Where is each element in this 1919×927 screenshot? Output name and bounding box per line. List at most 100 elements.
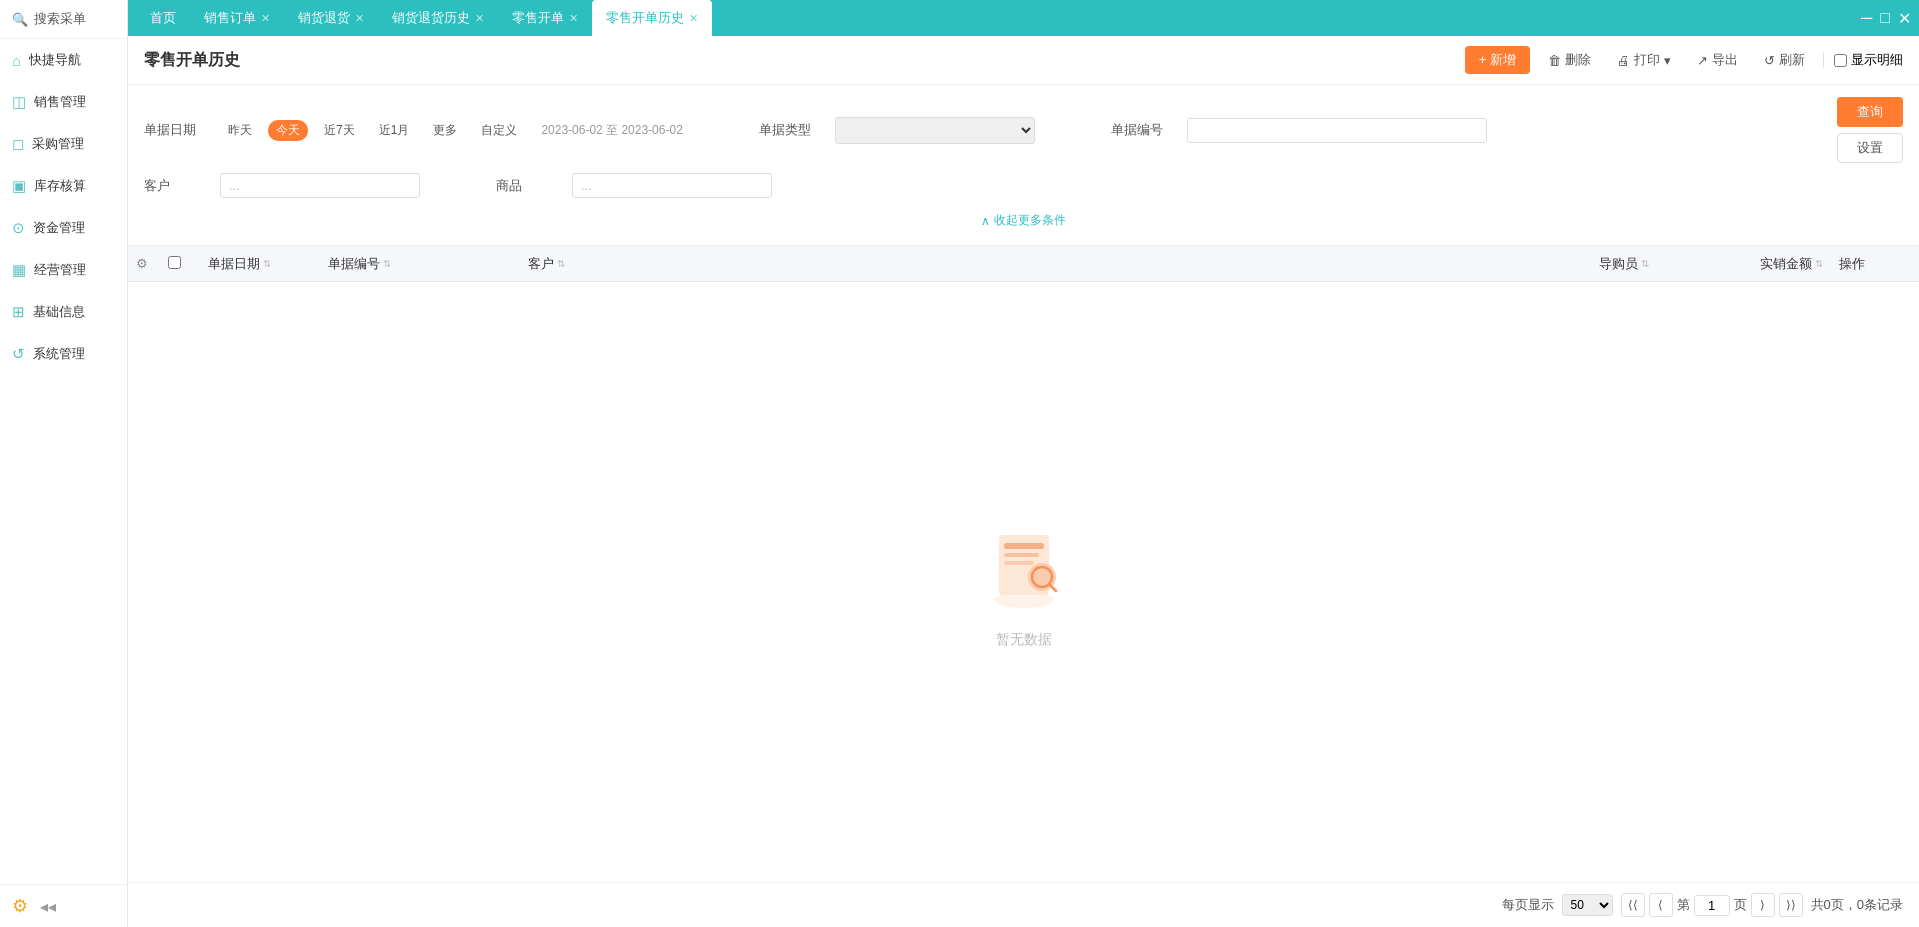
sidebar-item-basic-info[interactable]: ⊞ 基础信息 — [0, 291, 127, 333]
customer-input-wrapper[interactable]: ... — [220, 173, 420, 198]
export-button[interactable]: ↗ 导出 — [1689, 47, 1746, 73]
th-num-label: 单据编号 — [328, 255, 380, 273]
sidebar-item-quick-nav[interactable]: ⌂ 快捷导航 — [0, 39, 127, 81]
minimize-button[interactable]: ─ — [1861, 9, 1872, 28]
next-page-button[interactable]: ⟩ — [1751, 893, 1775, 917]
product-input-wrapper[interactable]: ... — [572, 173, 772, 198]
th-client-sort-icon: ⇅ — [557, 258, 565, 269]
date-btn-today[interactable]: 今天 — [268, 120, 308, 141]
th-amount-label: 实销金额 — [1760, 255, 1812, 273]
tab-sales-return-history[interactable]: 销货退货历史 ✕ — [378, 0, 498, 36]
sidebar-bottom: ⚙ ◂◂ — [0, 884, 127, 927]
doc-type-select-wrapper — [835, 117, 1035, 144]
table-header: ⚙ 单据日期 ⇅ 单据编号 ⇅ 客户 ⇅ 导购员 ⇅ — [128, 246, 1919, 282]
tab-retail-open-history-label: 零售开单历史 — [606, 9, 684, 27]
svg-rect-4 — [1004, 561, 1034, 565]
total-text: 共0页，0条记录 — [1811, 896, 1903, 914]
tab-retail-open-close[interactable]: ✕ — [569, 12, 578, 25]
tab-sales-return[interactable]: 销货退货 ✕ — [284, 0, 378, 36]
collapse-bar[interactable]: ∧ 收起更多条件 — [144, 208, 1903, 233]
doc-type-select[interactable] — [835, 117, 1035, 144]
settings-button[interactable]: 设置 — [1837, 133, 1903, 163]
doc-num-label: 单据编号 — [1111, 121, 1171, 139]
toolbar-divider — [1823, 52, 1824, 68]
tab-home[interactable]: 首页 — [136, 0, 190, 36]
sidebar-item-label: 销售管理 — [34, 93, 86, 111]
prev-page-button[interactable]: ⟨ — [1649, 893, 1673, 917]
add-button[interactable]: + 新增 — [1465, 46, 1530, 74]
date-btn-last1month[interactable]: 近1月 — [371, 120, 418, 141]
first-page-button[interactable]: ⟨⟨ — [1621, 893, 1645, 917]
date-btn-yesterday[interactable]: 昨天 — [220, 120, 260, 141]
sidebar-item-finance[interactable]: ⊙ 资金管理 — [0, 207, 127, 249]
select-all-checkbox[interactable] — [168, 256, 181, 269]
query-button[interactable]: 查询 — [1837, 97, 1903, 127]
print-label: 打印 — [1634, 51, 1660, 69]
tab-sales-return-close[interactable]: ✕ — [355, 12, 364, 25]
sidebar-search[interactable]: 🔍 搜索采单 — [0, 0, 127, 39]
th-date[interactable]: 单据日期 ⇅ — [200, 255, 320, 273]
date-btn-custom[interactable]: 自定义 — [473, 120, 525, 141]
sidebar-item-purchase-mgmt[interactable]: ◻ 采购管理 — [0, 123, 127, 165]
table-container: ⚙ 单据日期 ⇅ 单据编号 ⇅ 客户 ⇅ 导购员 ⇅ — [128, 246, 1919, 882]
content-area: 零售开单历史 + 新增 🗑 删除 🖨 打印 ▾ ↗ 导出 ↺ — [128, 36, 1919, 927]
tab-sales-order-close[interactable]: ✕ — [261, 12, 270, 25]
print-dropdown-icon: ▾ — [1664, 53, 1671, 68]
operations-icon: ▦ — [12, 261, 26, 279]
refresh-button[interactable]: ↺ 刷新 — [1756, 47, 1813, 73]
tab-bar: 首页 销售订单 ✕ 销货退货 ✕ 销货退货历史 ✕ 零售开单 ✕ 零售开单历史 … — [128, 0, 1919, 36]
tab-retail-open[interactable]: 零售开单 ✕ — [498, 0, 592, 36]
filter-row-customer: 客户 ... 商品 ... — [144, 173, 1903, 198]
table-select-all[interactable] — [168, 256, 200, 272]
table-settings-icon[interactable]: ⚙ — [136, 256, 168, 271]
customer-placeholder: ... — [229, 178, 240, 193]
th-action-label: 操作 — [1839, 255, 1865, 273]
tab-sales-return-history-close[interactable]: ✕ — [475, 12, 484, 25]
date-btn-more[interactable]: 更多 — [425, 120, 465, 141]
th-guide-sort-icon: ⇅ — [1641, 258, 1649, 269]
page-number-input[interactable] — [1694, 895, 1730, 916]
filter-section: 单据日期 昨天 今天 近7天 近1月 更多 自定义 2023-06-02 至 2… — [128, 85, 1919, 246]
th-date-label: 单据日期 — [208, 255, 260, 273]
close-button[interactable]: ✕ — [1898, 9, 1911, 28]
inventory-icon: ▣ — [12, 177, 26, 195]
doc-num-input[interactable] — [1187, 118, 1487, 143]
display-checkbox[interactable] — [1834, 54, 1847, 67]
tab-retail-open-label: 零售开单 — [512, 9, 564, 27]
finance-icon: ⊙ — [12, 219, 25, 237]
print-button[interactable]: 🖨 打印 ▾ — [1609, 47, 1679, 73]
maximize-button[interactable]: □ — [1880, 9, 1890, 28]
page-title: 零售开单历史 — [144, 50, 240, 71]
th-guide[interactable]: 导购员 ⇅ — [1591, 255, 1711, 273]
th-num[interactable]: 单据编号 ⇅ — [320, 255, 520, 273]
sidebar-item-operations[interactable]: ▦ 经营管理 — [0, 249, 127, 291]
action-buttons: 查询 设置 — [1837, 97, 1903, 163]
sidebar-item-label: 经营管理 — [34, 261, 86, 279]
per-page-select[interactable]: 50 10 20 100 — [1562, 894, 1613, 916]
display-toggle[interactable]: 显示明细 — [1834, 51, 1903, 69]
pagination: 每页显示 50 10 20 100 ⟨⟨ ⟨ 第 页 ⟩ ⟩⟩ 共0页，0条记录 — [128, 882, 1919, 927]
purchase-icon: ◻ — [12, 135, 24, 153]
per-page-label: 每页显示 — [1502, 896, 1554, 914]
sidebar-item-sales-mgmt[interactable]: ◫ 销售管理 — [0, 81, 127, 123]
sidebar-item-inventory[interactable]: ▣ 库存核算 — [0, 165, 127, 207]
home-icon: ⌂ — [12, 52, 21, 69]
tab-sales-order[interactable]: 销售订单 ✕ — [190, 0, 284, 36]
tab-retail-open-history[interactable]: 零售开单历史 ✕ — [592, 0, 712, 36]
product-placeholder: ... — [581, 178, 592, 193]
sidebar-item-system[interactable]: ↺ 系统管理 — [0, 333, 127, 375]
system-icon: ↺ — [12, 345, 25, 363]
collapse-sidebar-button[interactable]: ◂◂ — [40, 897, 56, 916]
tab-sales-return-history-label: 销货退货历史 — [392, 9, 470, 27]
export-label: 导出 — [1712, 51, 1738, 69]
th-client[interactable]: 客户 ⇅ — [520, 255, 1591, 273]
delete-button[interactable]: 🗑 删除 — [1540, 47, 1599, 73]
th-amount[interactable]: 实销金额 ⇅ — [1711, 255, 1831, 273]
gear-button[interactable]: ⚙ — [12, 895, 28, 917]
th-guide-label: 导购员 — [1599, 255, 1638, 273]
date-btn-last7days[interactable]: 近7天 — [316, 120, 363, 141]
last-page-button[interactable]: ⟩⟩ — [1779, 893, 1803, 917]
svg-rect-3 — [1004, 553, 1039, 557]
sales-icon: ◫ — [12, 93, 26, 111]
tab-retail-open-history-close[interactable]: ✕ — [689, 12, 698, 25]
